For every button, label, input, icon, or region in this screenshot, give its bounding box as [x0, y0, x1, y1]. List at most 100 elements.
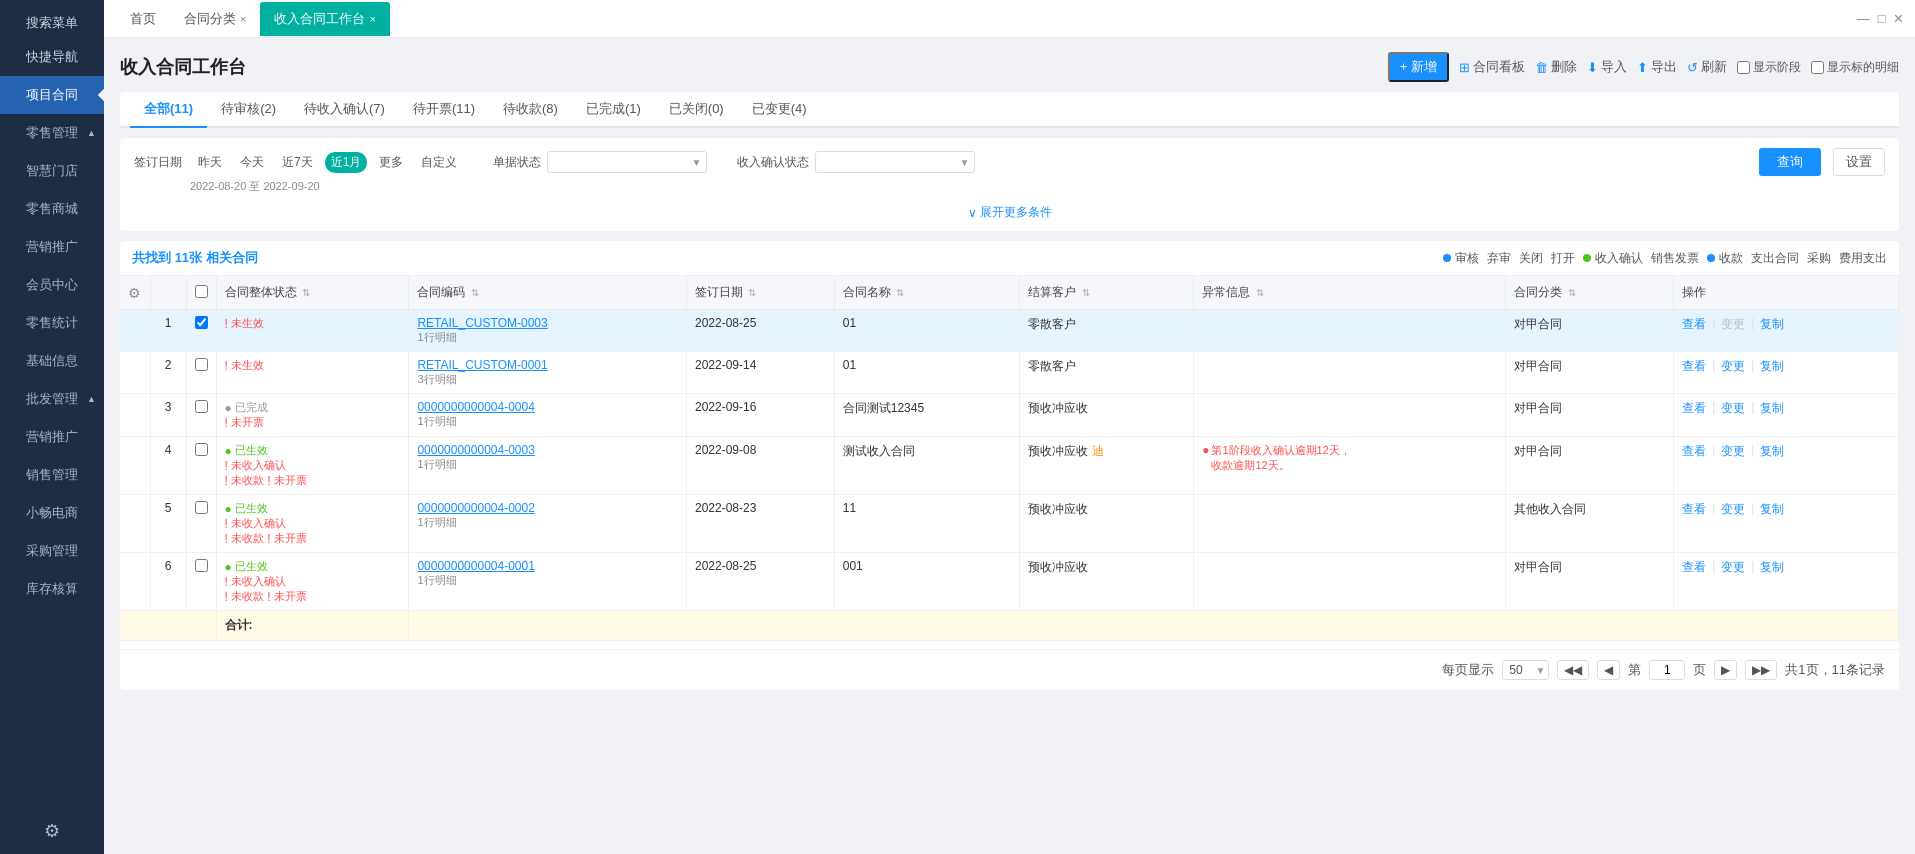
sidebar-item-sales-mgmt[interactable]: 销售管理 [0, 456, 104, 494]
date-opt-today[interactable]: 今天 [234, 152, 270, 173]
row5-copy-btn[interactable]: 复制 [1760, 501, 1784, 518]
date-opt-custom[interactable]: 自定义 [415, 152, 463, 173]
row6-change-btn[interactable]: 变更 [1721, 559, 1745, 576]
sub-tab-pending-review[interactable]: 待审核(2) [207, 92, 290, 128]
action-income-confirm[interactable]: 收入确认 [1583, 250, 1643, 267]
income-confirm-select[interactable] [815, 151, 975, 173]
prev-page-btn[interactable]: ◀ [1597, 660, 1620, 680]
action-close[interactable]: 关闭 [1519, 250, 1543, 267]
import-btn[interactable]: ⬇ 导入 [1587, 58, 1627, 76]
select-all-checkbox[interactable] [195, 285, 208, 298]
row6-view-btn[interactable]: 查看 [1682, 559, 1706, 576]
settings-button[interactable]: 设置 [1833, 148, 1885, 176]
refresh-btn[interactable]: ↺ 刷新 [1687, 58, 1727, 76]
sidebar-item-purchase[interactable]: 采购管理 [0, 532, 104, 570]
action-expense[interactable]: 费用支出 [1839, 250, 1887, 267]
row1-code-link[interactable]: RETAIL_CUSTOM-0003 [417, 316, 678, 330]
expand-more-btn[interactable]: ∨ 展开更多条件 [968, 204, 1052, 221]
sub-tab-changed[interactable]: 已变更(4) [738, 92, 821, 128]
row5-view-btn[interactable]: 查看 [1682, 501, 1706, 518]
sub-tab-closed[interactable]: 已关闭(0) [655, 92, 738, 128]
row6-select[interactable] [195, 559, 208, 572]
page-input[interactable] [1649, 660, 1685, 680]
date-opt-1month[interactable]: 近1月 [325, 152, 368, 173]
action-collect[interactable]: 收款 [1707, 250, 1743, 267]
doc-status-select[interactable] [547, 151, 707, 173]
date-opt-yesterday[interactable]: 昨天 [192, 152, 228, 173]
contract-board-btn[interactable]: ⊞ 合同看板 [1459, 58, 1525, 76]
action-open[interactable]: 打开 [1551, 250, 1575, 267]
sidebar-search[interactable]: 搜索菜单 [0, 0, 104, 42]
row1-select[interactable] [195, 316, 208, 329]
row3-view-btn[interactable]: 查看 [1682, 400, 1706, 417]
tab-contract-category[interactable]: 合同分类 × [170, 2, 260, 36]
row4-change-btn[interactable]: 变更 [1721, 443, 1745, 460]
h-scroll-bar[interactable] [134, 641, 1885, 649]
column-settings-icon[interactable]: ⚙ [128, 285, 141, 301]
tab-income-workbench[interactable]: 收入合同工作台 × [260, 2, 389, 36]
window-max-btn[interactable]: □ [1878, 11, 1886, 26]
row5-select[interactable] [195, 501, 208, 514]
date-opt-7days[interactable]: 近7天 [276, 152, 319, 173]
row1-view-btn[interactable]: 查看 [1682, 316, 1706, 333]
row3-copy-btn[interactable]: 复制 [1760, 400, 1784, 417]
first-page-btn[interactable]: ◀◀ [1557, 660, 1589, 680]
delete-btn[interactable]: 🗑 删除 [1535, 58, 1577, 76]
action-review[interactable]: 审核 [1443, 250, 1479, 267]
row6-copy-btn[interactable]: 复制 [1760, 559, 1784, 576]
row2-view-btn[interactable]: 查看 [1682, 358, 1706, 375]
row2-select[interactable] [195, 358, 208, 371]
sub-tab-pending-invoice[interactable]: 待开票(11) [399, 92, 489, 128]
tab-home[interactable]: 首页 [116, 2, 170, 36]
sidebar-item-marketing[interactable]: 营销推广 [0, 228, 104, 266]
date-opt-more[interactable]: 更多 [373, 152, 409, 173]
sidebar-item-wholesale-mgmt[interactable]: 批发管理 ▲ [0, 380, 104, 418]
query-button[interactable]: 查询 [1759, 148, 1821, 176]
sidebar-item-retail-mgmt[interactable]: 零售管理 ▲ [0, 114, 104, 152]
sidebar-item-inventory[interactable]: 库存核算 [0, 570, 104, 608]
sidebar-item-retail-shop[interactable]: 零售商城 [0, 190, 104, 228]
show-phase-checkbox[interactable] [1737, 61, 1750, 74]
row4-view-btn[interactable]: 查看 [1682, 443, 1706, 460]
row4-code-link[interactable]: 0000000000004-0003 [417, 443, 678, 457]
per-page-select[interactable]: 50 100 [1502, 660, 1549, 680]
action-sales-invoice[interactable]: 销售发票 [1651, 250, 1699, 267]
window-min-btn[interactable]: — [1857, 11, 1870, 26]
row3-change-btn[interactable]: 变更 [1721, 400, 1745, 417]
sidebar-settings[interactable]: ⚙ [0, 808, 104, 854]
action-purchase[interactable]: 采购 [1807, 250, 1831, 267]
row5-change-btn[interactable]: 变更 [1721, 501, 1745, 518]
row2-code-link[interactable]: RETAIL_CUSTOM-0001 [417, 358, 678, 372]
sub-tab-all[interactable]: 全部(11) [130, 92, 207, 128]
sidebar-item-marketing2[interactable]: 营销推广 [0, 418, 104, 456]
sub-tab-pending-income[interactable]: 待收入确认(7) [290, 92, 399, 128]
action-expense-contract[interactable]: 支出合同 [1751, 250, 1799, 267]
export-btn[interactable]: ⬆ 导出 [1637, 58, 1677, 76]
next-page-btn[interactable]: ▶ [1714, 660, 1737, 680]
row1-copy-btn[interactable]: 复制 [1760, 316, 1784, 333]
sidebar-item-smart-store[interactable]: 智慧门店 [0, 152, 104, 190]
window-close-btn[interactable]: × [1894, 10, 1903, 28]
row3-select[interactable] [195, 400, 208, 413]
sidebar-item-project[interactable]: 项目合同 [0, 76, 104, 114]
show-detail-checkbox[interactable] [1811, 61, 1824, 74]
sub-tab-pending-payment[interactable]: 待收款(8) [489, 92, 572, 128]
row2-change-btn[interactable]: 变更 [1721, 358, 1745, 375]
sidebar-item-member[interactable]: 会员中心 [0, 266, 104, 304]
last-page-btn[interactable]: ▶▶ [1745, 660, 1777, 680]
new-button[interactable]: + 新增 [1388, 52, 1449, 82]
sub-tab-completed[interactable]: 已完成(1) [572, 92, 655, 128]
row6-code-link[interactable]: 0000000000004-0001 [417, 559, 678, 573]
sidebar-item-retail-stats[interactable]: 零售统计 [0, 304, 104, 342]
action-abandon[interactable]: 弃审 [1487, 250, 1511, 267]
sidebar-nav[interactable]: 快捷导航 [0, 42, 104, 76]
row2-copy-btn[interactable]: 复制 [1760, 358, 1784, 375]
row4-select[interactable] [195, 443, 208, 456]
row5-code-link[interactable]: 0000000000004-0002 [417, 501, 678, 515]
row4-copy-btn[interactable]: 复制 [1760, 443, 1784, 460]
tab-income-workbench-close[interactable]: × [369, 13, 375, 25]
sidebar-item-xiaochu[interactable]: 小畅电商 [0, 494, 104, 532]
sidebar-item-base-info[interactable]: 基础信息 [0, 342, 104, 380]
row3-code-link[interactable]: 0000000000004-0004 [417, 400, 678, 414]
tab-contract-category-close[interactable]: × [240, 13, 246, 25]
